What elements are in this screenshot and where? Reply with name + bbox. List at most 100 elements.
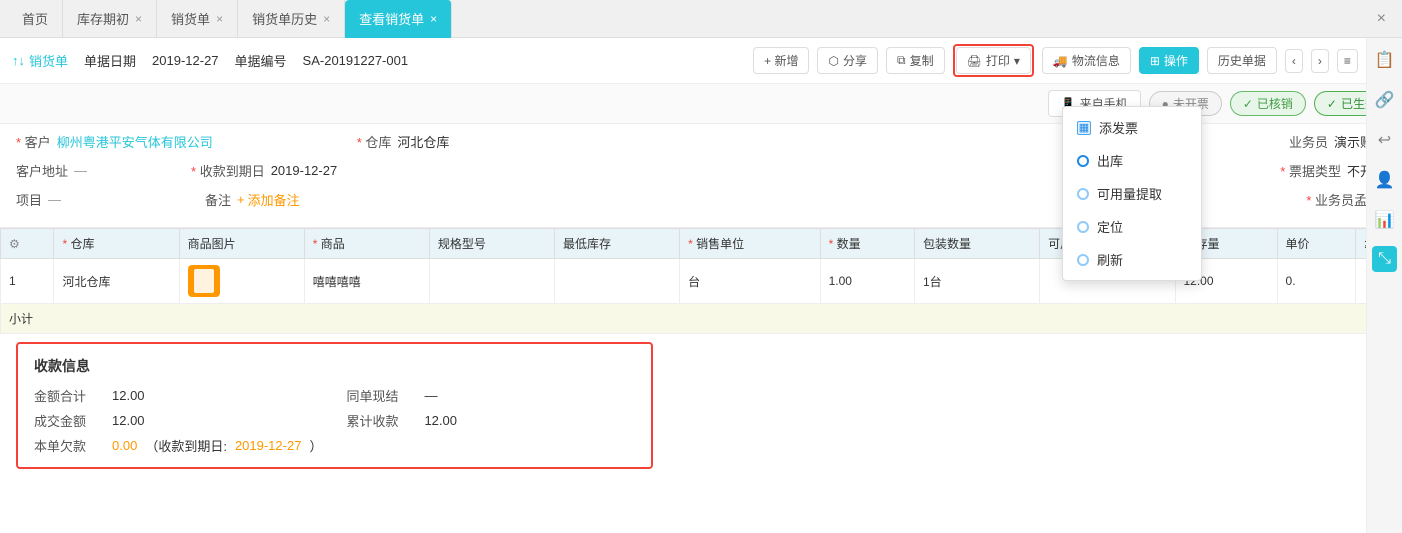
payment-date-value: 2019-12-27: [271, 163, 338, 178]
operate-button[interactable]: ⊞ 操作: [1139, 47, 1199, 74]
col-price: 单价: [1277, 229, 1356, 259]
sidebar-link-icon[interactable]: 🔗: [1371, 86, 1399, 114]
new-button[interactable]: + 新增: [753, 47, 809, 74]
operate-button-label: 操作: [1164, 52, 1188, 69]
owed-value: 0.00: [112, 438, 137, 453]
doc-number-value: SA-20191227-001: [303, 53, 409, 68]
copy-icon: ⧉: [897, 53, 906, 68]
customer-value[interactable]: 柳州粤港平安气体有限公司: [57, 132, 213, 151]
sidebar-return-icon[interactable]: ↩: [1374, 126, 1395, 154]
tab-home[interactable]: 首页: [8, 0, 63, 38]
logistics-button[interactable]: 🚚 物流信息: [1042, 47, 1131, 74]
window-close-button[interactable]: ×: [1369, 6, 1394, 31]
tab-bar: 首页 库存期初 × 销货单 × 销货单历史 × 查看销货单 × ×: [0, 0, 1402, 38]
sidebar-chart-icon[interactable]: 📊: [1371, 206, 1399, 234]
sidebar-expand-icon[interactable]: ⤡: [1372, 246, 1397, 272]
next-button[interactable]: ›: [1311, 49, 1329, 73]
address-label: 客户地址: [16, 161, 68, 180]
tab-view-sales-label: 查看销货单: [359, 9, 424, 28]
add-note-button[interactable]: + 添加备注: [237, 190, 300, 209]
refresh-label: 刷新: [1097, 250, 1123, 269]
history-button[interactable]: 历史单据: [1207, 47, 1277, 74]
refresh-item[interactable]: 刷新: [1063, 243, 1201, 276]
cumulative-row: 累计收款 12.00: [346, 411, 634, 430]
content-area: ↑↓ 销货单 单据日期 2019-12-27 单据编号 SA-20191227-…: [0, 38, 1402, 533]
owed-end: ）: [309, 436, 322, 455]
project-label: 项目: [16, 190, 42, 209]
same-order-row: 同单现结 —: [346, 386, 634, 405]
ticket-type-label: 票据类型: [1280, 161, 1341, 180]
cumulative-value: 12.00: [424, 413, 457, 428]
note-field: 备注 + 添加备注: [205, 190, 300, 209]
staff-label: 业务员: [1289, 132, 1328, 151]
sidebar-user-icon[interactable]: 👤: [1371, 166, 1399, 194]
row-product: 嘻嘻嘻嘻: [304, 259, 429, 304]
row-pack-qty: 1台: [914, 259, 1039, 304]
close-view-sales-icon[interactable]: ×: [430, 12, 437, 26]
operate-icon: ⊞: [1150, 54, 1160, 68]
payment-grid: 金额合计 12.00 同单现结 — 成交金额 12.00 累计收款 12.00 …: [34, 386, 635, 455]
customer-label: 客户: [16, 132, 51, 151]
total-amount-label: 金额合计: [34, 386, 104, 405]
history-button-label: 历史单据: [1218, 52, 1266, 69]
list-view-button[interactable]: ≡: [1337, 49, 1358, 73]
close-inventory-icon[interactable]: ×: [135, 12, 142, 26]
out-stock-label: 出库: [1097, 151, 1123, 170]
checked-button[interactable]: ✓ 已核销: [1230, 91, 1306, 116]
total-amount-row: 金额合计 12.00: [34, 386, 322, 405]
note-label: 备注: [205, 190, 231, 209]
copy-button-label: 复制: [910, 52, 934, 69]
row-image: [179, 259, 304, 304]
row-qty: 1.00: [820, 259, 914, 304]
owed-label: 本单欠款: [34, 436, 104, 455]
col-qty: * 数量: [820, 229, 914, 259]
tab-view-sales[interactable]: 查看销货单 ×: [345, 0, 452, 38]
row-unit: 台: [680, 259, 821, 304]
print-button-label: 打印: [986, 52, 1010, 69]
tab-inventory-label: 库存期初: [77, 9, 129, 28]
sidebar-clipboard-icon[interactable]: 📋: [1371, 46, 1399, 74]
tab-sales-label: 销货单: [171, 9, 210, 28]
tab-inventory[interactable]: 库存期初 ×: [63, 0, 157, 38]
add-invoice-item[interactable]: ▦ 添发票: [1063, 111, 1201, 144]
tab-sales-history[interactable]: 销货单历史 ×: [238, 0, 345, 38]
print-dropdown-icon: ▾: [1014, 54, 1020, 68]
out-stock-item[interactable]: 出库: [1063, 144, 1201, 177]
prev-button[interactable]: ‹: [1285, 49, 1303, 73]
payment-box: 收款信息 金额合计 12.00 同单现结 — 成交金额 12.00 累计收款 1…: [16, 342, 653, 469]
next-icon: ›: [1318, 54, 1322, 68]
payment-date-field: 收款到期日 2019-12-27: [191, 161, 337, 180]
right-sidebar: 📋 🔗 ↩ 👤 📊 ⤡: [1366, 38, 1402, 533]
available-qty-item[interactable]: 可用量提取: [1063, 177, 1201, 210]
col-pack-qty: 包装数量: [914, 229, 1039, 259]
close-sales-history-icon[interactable]: ×: [323, 12, 330, 26]
same-order-label: 同单现结: [346, 386, 416, 405]
col-spec: 规格型号: [429, 229, 554, 259]
address-value: —: [74, 163, 87, 178]
logistics-button-label: 物流信息: [1072, 52, 1120, 69]
tab-bar-right: ×: [1369, 10, 1394, 28]
project-value: —: [48, 192, 61, 207]
share-button[interactable]: ⬡ 分享: [817, 47, 878, 74]
cumulative-label: 累计收款: [346, 411, 416, 430]
available-qty-label: 可用量提取: [1097, 184, 1162, 203]
locate-item[interactable]: 定位: [1063, 210, 1201, 243]
gear-icon[interactable]: ⚙: [9, 237, 20, 251]
tab-sales[interactable]: 销货单 ×: [157, 0, 238, 38]
transaction-label: 成交金额: [34, 411, 104, 430]
product-image: [188, 265, 220, 297]
transaction-row: 成交金额 12.00: [34, 411, 322, 430]
print-button[interactable]: 🖨 打印 ▾: [956, 47, 1031, 74]
row-warehouse: 河北仓库: [54, 259, 179, 304]
copy-button[interactable]: ⧉ 复制: [886, 47, 945, 74]
payment-date-label: 收款到期日: [191, 161, 265, 180]
subtotal-label: 小计: [1, 304, 1402, 334]
subtotal-row: 小计: [1, 304, 1402, 334]
new-button-label: + 新增: [764, 52, 798, 69]
tab-sales-history-label: 销货单历史: [252, 9, 317, 28]
doc-header: ↑↓ 销货单 单据日期 2019-12-27 单据编号 SA-20191227-…: [0, 38, 1402, 84]
close-sales-icon[interactable]: ×: [216, 12, 223, 26]
warehouse-label: 仓库: [357, 132, 392, 151]
col-unit: * 销售单位: [680, 229, 821, 259]
owed-date: 2019-12-27: [235, 438, 302, 453]
